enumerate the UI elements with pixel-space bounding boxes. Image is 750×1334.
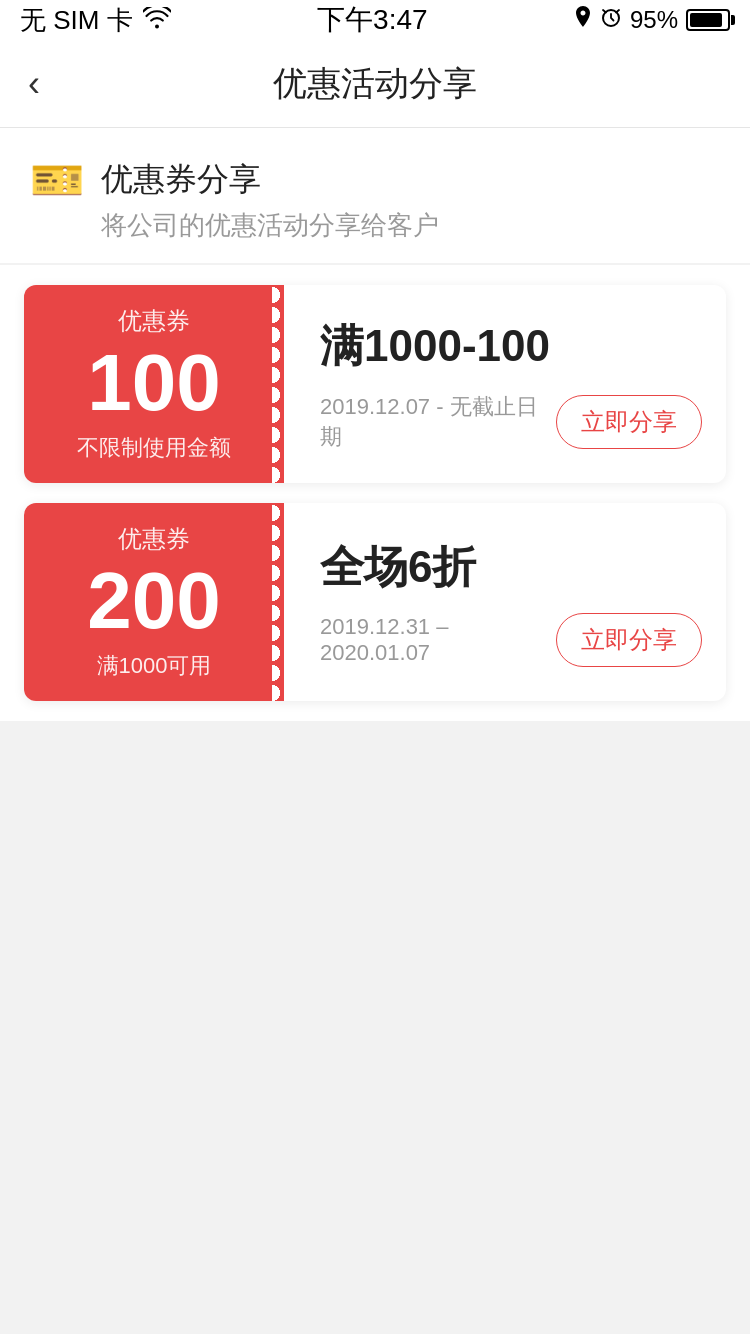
coupon-date: 2019.12.07 - 无截止日期 <box>320 392 546 452</box>
coupon-right-panel: 满1000-100 2019.12.07 - 无截止日期 立即分享 <box>284 285 726 483</box>
coupon-meta: 2019.12.31 – 2020.01.07 立即分享 <box>320 613 702 667</box>
share-button[interactable]: 立即分享 <box>556 395 702 449</box>
coupon-label: 优惠券 <box>118 523 190 555</box>
coupon-condition: 不限制使用金额 <box>77 433 231 463</box>
back-button[interactable]: ‹ <box>28 63 40 105</box>
coupon-name: 全场6折 <box>320 538 702 597</box>
section-title: 优惠券分享 <box>101 158 439 202</box>
alarm-icon <box>600 6 622 34</box>
coupon-list: 优惠券 100 不限制使用金额 满1000-100 2019.12.07 - 无… <box>0 265 750 721</box>
wifi-icon <box>143 5 171 36</box>
page-title: 优惠活动分享 <box>273 61 477 107</box>
coupon-condition: 满1000可用 <box>97 651 212 681</box>
nav-bar: ‹ 优惠活动分享 <box>0 40 750 128</box>
coupon-amount: 100 <box>87 343 220 423</box>
share-button[interactable]: 立即分享 <box>556 613 702 667</box>
coupon-label: 优惠券 <box>118 305 190 337</box>
section-header: 🎫 优惠券分享 将公司的优惠活动分享给客户 <box>0 128 750 263</box>
coupon-card: 优惠券 100 不限制使用金额 满1000-100 2019.12.07 - 无… <box>24 285 726 483</box>
coupon-right-panel: 全场6折 2019.12.31 – 2020.01.07 立即分享 <box>284 503 726 701</box>
coupon-name: 满1000-100 <box>320 317 702 376</box>
location-icon <box>574 6 592 34</box>
coupon-date: 2019.12.31 – 2020.01.07 <box>320 614 546 666</box>
section-subtitle: 将公司的优惠活动分享给客户 <box>101 208 439 243</box>
coupon-section-icon: 🎫 <box>30 158 85 202</box>
status-carrier: 无 SIM 卡 <box>20 3 171 38</box>
battery-icon <box>686 9 730 31</box>
battery-percentage: 95% <box>630 6 678 34</box>
status-bar: 无 SIM 卡 下午3:47 95% <box>0 0 750 40</box>
section-text: 优惠券分享 将公司的优惠活动分享给客户 <box>101 158 439 243</box>
carrier-text: 无 SIM 卡 <box>20 3 133 38</box>
coupon-card: 优惠券 200 满1000可用 全场6折 2019.12.31 – 2020.0… <box>24 503 726 701</box>
coupon-left-panel: 优惠券 100 不限制使用金额 <box>24 285 284 483</box>
status-right: 95% <box>574 6 730 34</box>
coupon-meta: 2019.12.07 - 无截止日期 立即分享 <box>320 392 702 452</box>
status-time: 下午3:47 <box>317 1 428 39</box>
coupon-amount: 200 <box>87 561 220 641</box>
coupon-left-panel: 优惠券 200 满1000可用 <box>24 503 284 701</box>
